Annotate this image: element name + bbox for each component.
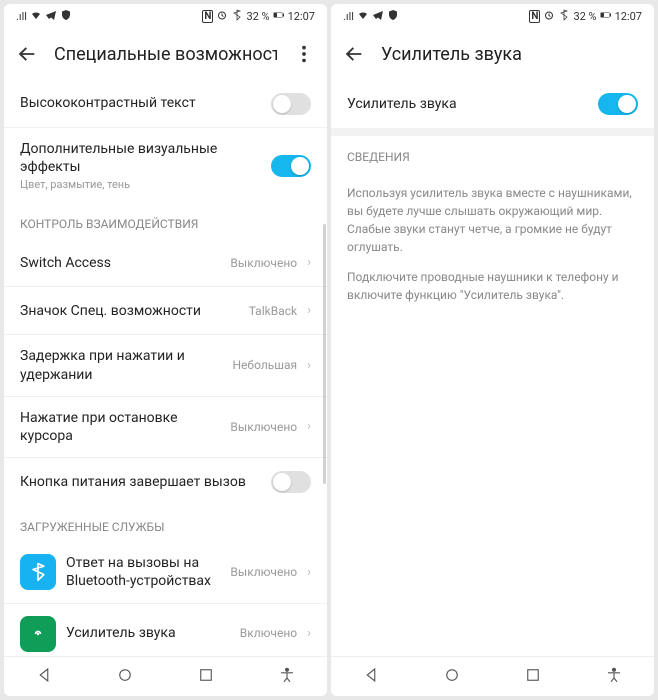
row-label: Усилитель звука — [347, 95, 588, 113]
more-icon[interactable] — [293, 43, 315, 65]
section-header-services: ЗАГРУЖЕННЫЕ СЛУЖБЫ — [4, 506, 327, 542]
chevron-right-icon: › — [307, 419, 311, 434]
section-header-info: СВЕДЕНИЯ — [331, 136, 654, 172]
shield-icon — [387, 9, 399, 24]
nav-recent-icon[interactable] — [197, 666, 215, 688]
row-cursor-stop[interactable]: Нажатие при остановке курсора Выключено … — [4, 397, 327, 458]
signal-icon: .ıll — [343, 10, 354, 23]
nav-back-icon[interactable] — [362, 666, 380, 688]
row-value: TalkBack — [249, 304, 297, 318]
row-touch-hold[interactable]: Задержка при нажатии и удержании Небольш… — [4, 335, 327, 396]
row-value: Небольшая — [233, 358, 298, 372]
telegram-icon — [45, 9, 57, 24]
toggle-high-contrast[interactable] — [271, 93, 311, 115]
battery-pct: 32 % — [573, 10, 596, 23]
toggle-visual-effects[interactable] — [271, 155, 311, 177]
section-header-interaction: КОНТРОЛЬ ВЗАИМОДЕЙСТВИЯ — [4, 203, 327, 239]
settings-list[interactable]: Высококонтрастный текст Дополнительные в… — [4, 80, 327, 656]
nav-bar — [331, 656, 654, 696]
row-label: Switch Access — [20, 254, 220, 272]
chevron-right-icon: › — [307, 626, 311, 641]
row-value: Включено — [240, 626, 297, 640]
chevron-right-icon: › — [307, 565, 311, 580]
toggle-amplifier[interactable] — [598, 93, 638, 115]
nfc-icon: N — [529, 10, 540, 23]
phone-right: .ıll N 32 % 12:07 Усилитель звука Усилит… — [331, 4, 654, 696]
back-icon[interactable] — [16, 43, 38, 65]
row-sound-amplifier[interactable]: Усилитель звука Включено › — [4, 604, 327, 657]
row-value: Выключено — [230, 565, 297, 579]
row-high-contrast[interactable]: Высококонтрастный текст — [4, 80, 327, 128]
nav-bar — [4, 656, 327, 696]
row-switch-access[interactable]: Switch Access Выключено › — [4, 239, 327, 287]
row-a11y-icon[interactable]: Значок Спец. возможности TalkBack › — [4, 287, 327, 335]
nfc-icon: N — [202, 10, 213, 23]
bluetooth-app-icon — [20, 554, 56, 590]
battery-icon — [600, 9, 612, 24]
wifi-icon — [30, 9, 42, 24]
row-label: Ответ на вызовы на Bluetooth-устройствах — [66, 554, 220, 590]
row-label: Высококонтрастный текст — [20, 94, 261, 112]
page-title: Специальные возможности — [54, 44, 277, 65]
info-paragraph-2: Подключите проводные наушники к телефону… — [331, 268, 654, 316]
nav-accessibility-icon[interactable] — [278, 666, 296, 688]
row-sublabel: Цвет, размытие, тень — [20, 178, 261, 191]
status-bar: .ıll N 32 % 12:07 — [4, 4, 327, 28]
back-icon[interactable] — [343, 43, 365, 65]
row-bt-answer[interactable]: Ответ на вызовы на Bluetooth-устройствах… — [4, 542, 327, 603]
row-label: Дополнительные визуальные эффекты — [20, 140, 261, 176]
row-label: Задержка при нажатии и удержании — [20, 347, 223, 383]
chevron-right-icon: › — [307, 303, 311, 318]
row-amplifier-toggle[interactable]: Усилитель звука — [331, 80, 654, 128]
alarm-icon — [216, 9, 228, 24]
row-label: Нажатие при остановке курсора — [20, 409, 220, 445]
row-value: Выключено — [230, 420, 297, 434]
alarm-icon — [543, 9, 555, 24]
content: Усилитель звука СВЕДЕНИЯ Используя усили… — [331, 80, 654, 656]
toggle-power-end-call[interactable] — [271, 471, 311, 493]
phone-left: .ıll N 32 % 12:07 Специальные возможност… — [4, 4, 327, 696]
telegram-icon — [372, 9, 384, 24]
row-label: Кнопка питания завершает вызов — [20, 473, 261, 491]
header: Усилитель звука — [331, 28, 654, 80]
row-power-end-call[interactable]: Кнопка питания завершает вызов — [4, 458, 327, 506]
nav-accessibility-icon[interactable] — [605, 666, 623, 688]
nav-home-icon[interactable] — [443, 666, 461, 688]
shield-icon — [60, 9, 72, 24]
bluetooth-icon — [231, 9, 243, 24]
nav-back-icon[interactable] — [35, 666, 53, 688]
chevron-right-icon: › — [307, 255, 311, 270]
header: Специальные возможности — [4, 28, 327, 80]
row-label: Значок Спец. возможности — [20, 302, 239, 320]
scrollbar[interactable] — [323, 224, 326, 484]
status-bar: .ıll N 32 % 12:07 — [331, 4, 654, 28]
wifi-icon — [357, 9, 369, 24]
nav-recent-icon[interactable] — [524, 666, 542, 688]
nav-home-icon[interactable] — [116, 666, 134, 688]
clock: 12:07 — [615, 10, 642, 23]
row-visual-effects[interactable]: Дополнительные визуальные эффекты Цвет, … — [4, 128, 327, 203]
amplifier-app-icon — [20, 616, 56, 652]
battery-icon — [273, 9, 285, 24]
signal-icon: .ıll — [16, 10, 27, 23]
row-value: Выключено — [230, 256, 297, 270]
bluetooth-icon — [558, 9, 570, 24]
info-paragraph-1: Используя усилитель звука вместе с наушн… — [331, 172, 654, 268]
row-label: Усилитель звука — [66, 624, 230, 642]
battery-pct: 32 % — [246, 10, 269, 23]
chevron-right-icon: › — [307, 358, 311, 373]
clock: 12:07 — [288, 10, 315, 23]
page-title: Усилитель звука — [381, 44, 642, 65]
